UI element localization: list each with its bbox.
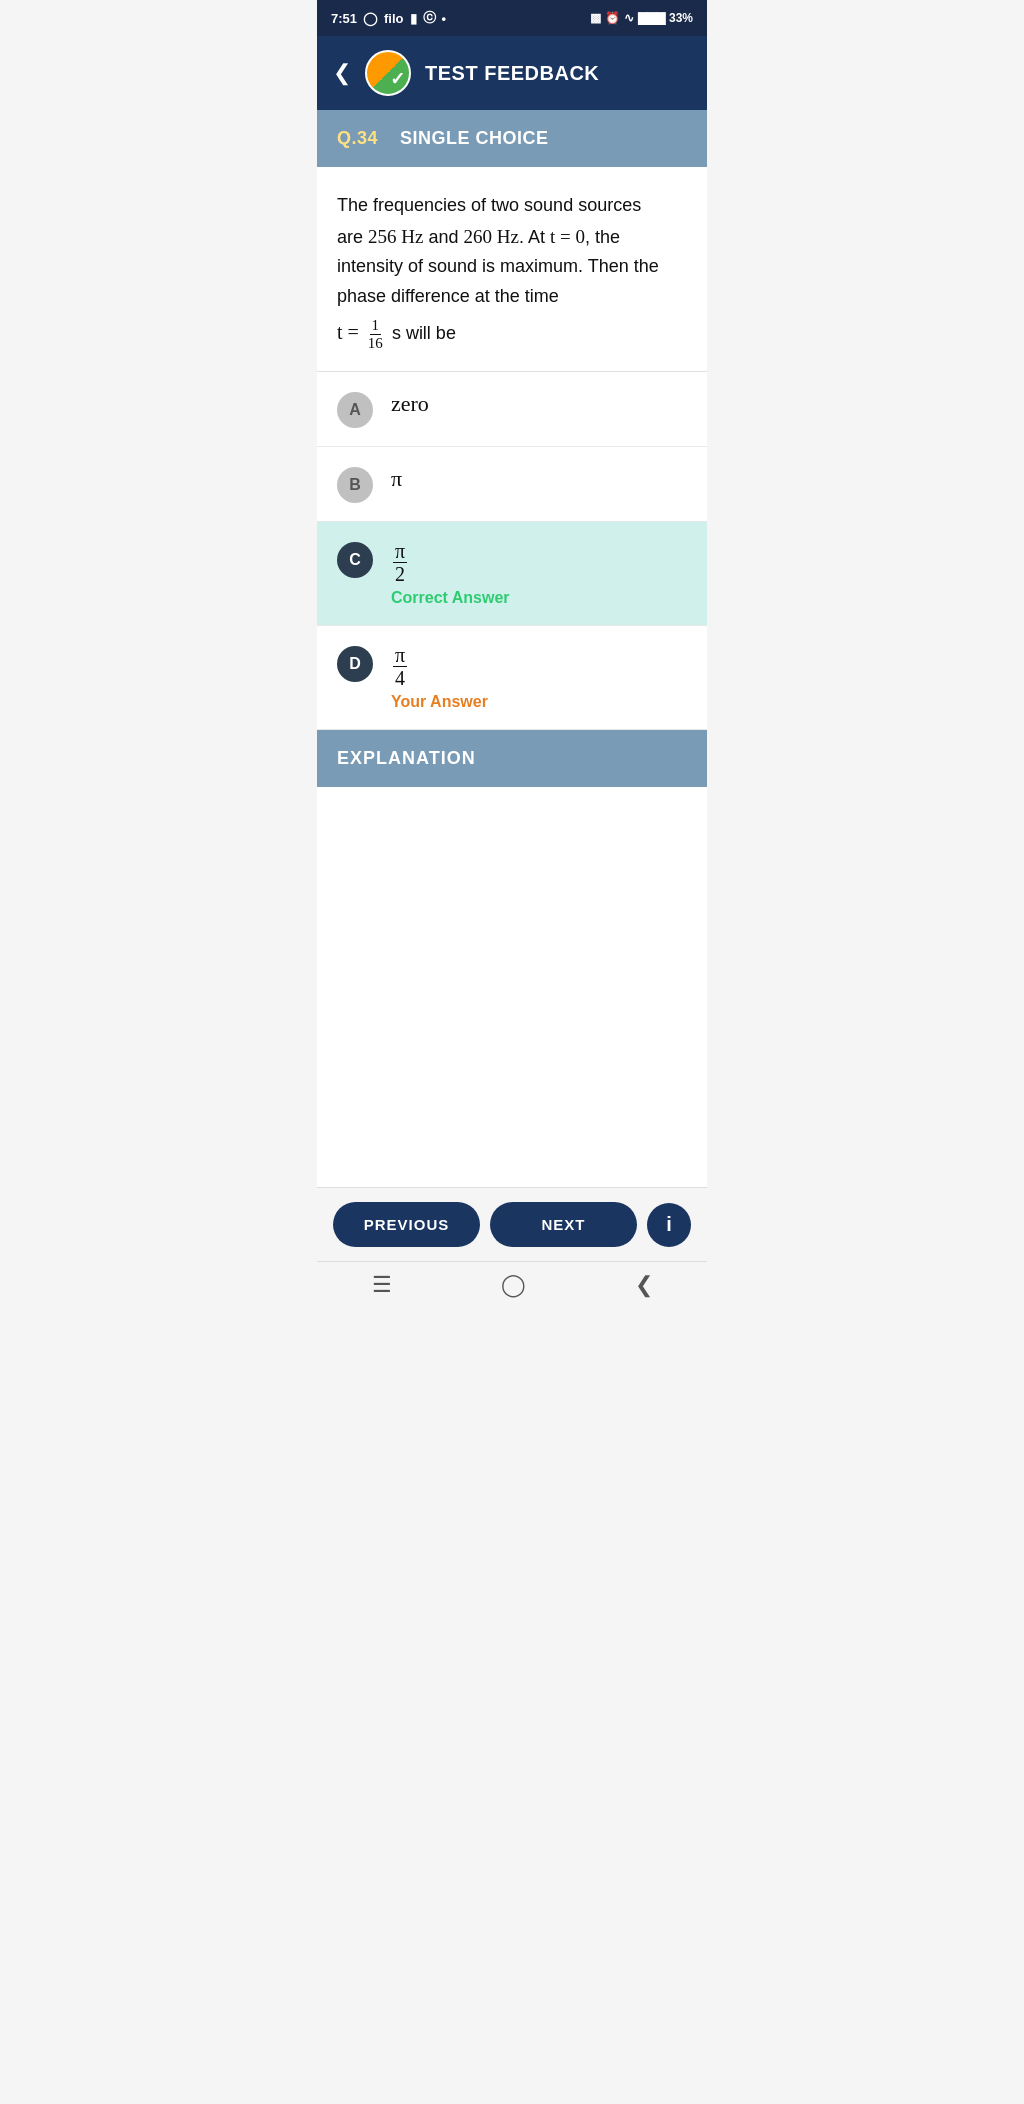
option-c-badge: C bbox=[337, 542, 373, 578]
signal-icon: ▇▇▇ bbox=[638, 11, 665, 25]
next-button[interactable]: NEXT bbox=[490, 1202, 637, 1247]
status-whatsapp-icon: ◯ bbox=[363, 11, 378, 26]
option-d-symbol: π 4 bbox=[391, 644, 488, 689]
explanation-content bbox=[317, 787, 707, 1187]
explanation-header: EXPLANATION bbox=[317, 730, 707, 787]
question-header: Q.34 SINGLE CHOICE bbox=[317, 110, 707, 167]
wifi-icon: ∿ bbox=[624, 11, 634, 25]
status-google-icon: ⓒ bbox=[423, 9, 436, 27]
status-dot: • bbox=[442, 11, 447, 26]
status-left: 7:51 ◯ filo ▮ ⓒ • bbox=[331, 9, 446, 27]
question-number: Q.34 bbox=[337, 128, 378, 148]
battery-pct: 33% bbox=[669, 11, 693, 25]
explanation-title: EXPLANATION bbox=[337, 748, 476, 768]
header-title: TEST FEEDBACK bbox=[425, 62, 599, 85]
android-menu-icon[interactable]: ☰ bbox=[372, 1272, 392, 1298]
info-icon: i bbox=[666, 1213, 672, 1236]
question-line4: phase difference at the time bbox=[337, 282, 687, 312]
option-c-row[interactable]: C π 2 Correct Answer bbox=[317, 522, 707, 626]
your-answer-label: Your Answer bbox=[391, 693, 488, 711]
question-body: The frequencies of two sound sources are… bbox=[317, 167, 707, 372]
correct-answer-label: Correct Answer bbox=[391, 589, 510, 607]
question-text: The frequencies of two sound sources are… bbox=[337, 191, 687, 351]
option-b-row[interactable]: B π bbox=[317, 447, 707, 522]
question-line2: are 256 Hz and 260 Hz. At t = 0, the bbox=[337, 221, 687, 253]
option-d-row[interactable]: D π 4 Your Answer bbox=[317, 626, 707, 730]
check-icon: ✓ bbox=[390, 68, 405, 90]
status-time: 7:51 bbox=[331, 11, 357, 26]
cast-icon: ▩ bbox=[590, 11, 601, 25]
bottom-bar: PREVIOUS NEXT i bbox=[317, 1187, 707, 1261]
status-right: ▩ ⏰ ∿ ▇▇▇ 33% bbox=[590, 11, 693, 25]
status-carrier: filo bbox=[384, 11, 404, 26]
android-home-icon[interactable]: ◯ bbox=[501, 1272, 526, 1298]
option-b-symbol: π bbox=[391, 465, 402, 494]
question-type: SINGLE CHOICE bbox=[400, 128, 549, 148]
option-a-row[interactable]: A zero bbox=[317, 372, 707, 447]
option-b-badge: B bbox=[337, 467, 373, 503]
status-chat-icon: ▮ bbox=[410, 11, 417, 26]
question-line1: The frequencies of two sound sources bbox=[337, 191, 687, 221]
option-c-content: π 2 Correct Answer bbox=[391, 540, 510, 607]
alarm-icon: ⏰ bbox=[605, 11, 620, 25]
option-a-symbol: zero bbox=[391, 390, 429, 419]
question-label: Q.34 SINGLE CHOICE bbox=[337, 128, 549, 148]
fraction-1-16: 1 16 bbox=[366, 317, 385, 351]
option-a-badge: A bbox=[337, 392, 373, 428]
option-b-content: π bbox=[391, 465, 402, 494]
question-line3: intensity of sound is maximum. Then the bbox=[337, 252, 687, 282]
app-header: ❮ ✓ TEST FEEDBACK bbox=[317, 36, 707, 110]
app-logo: ✓ bbox=[365, 50, 411, 96]
question-line5: t = 1 16 s will be bbox=[337, 316, 687, 351]
android-nav-bar: ☰ ◯ ❮ bbox=[317, 1261, 707, 1312]
info-button[interactable]: i bbox=[647, 1203, 691, 1247]
back-button[interactable]: ❮ bbox=[333, 62, 351, 84]
option-a-content: zero bbox=[391, 390, 429, 419]
previous-button[interactable]: PREVIOUS bbox=[333, 1202, 480, 1247]
option-d-content: π 4 Your Answer bbox=[391, 644, 488, 711]
android-back-icon[interactable]: ❮ bbox=[635, 1272, 653, 1298]
status-bar: 7:51 ◯ filo ▮ ⓒ • ▩ ⏰ ∿ ▇▇▇ 33% bbox=[317, 0, 707, 36]
option-c-symbol: π 2 bbox=[391, 540, 510, 585]
option-d-badge: D bbox=[337, 646, 373, 682]
